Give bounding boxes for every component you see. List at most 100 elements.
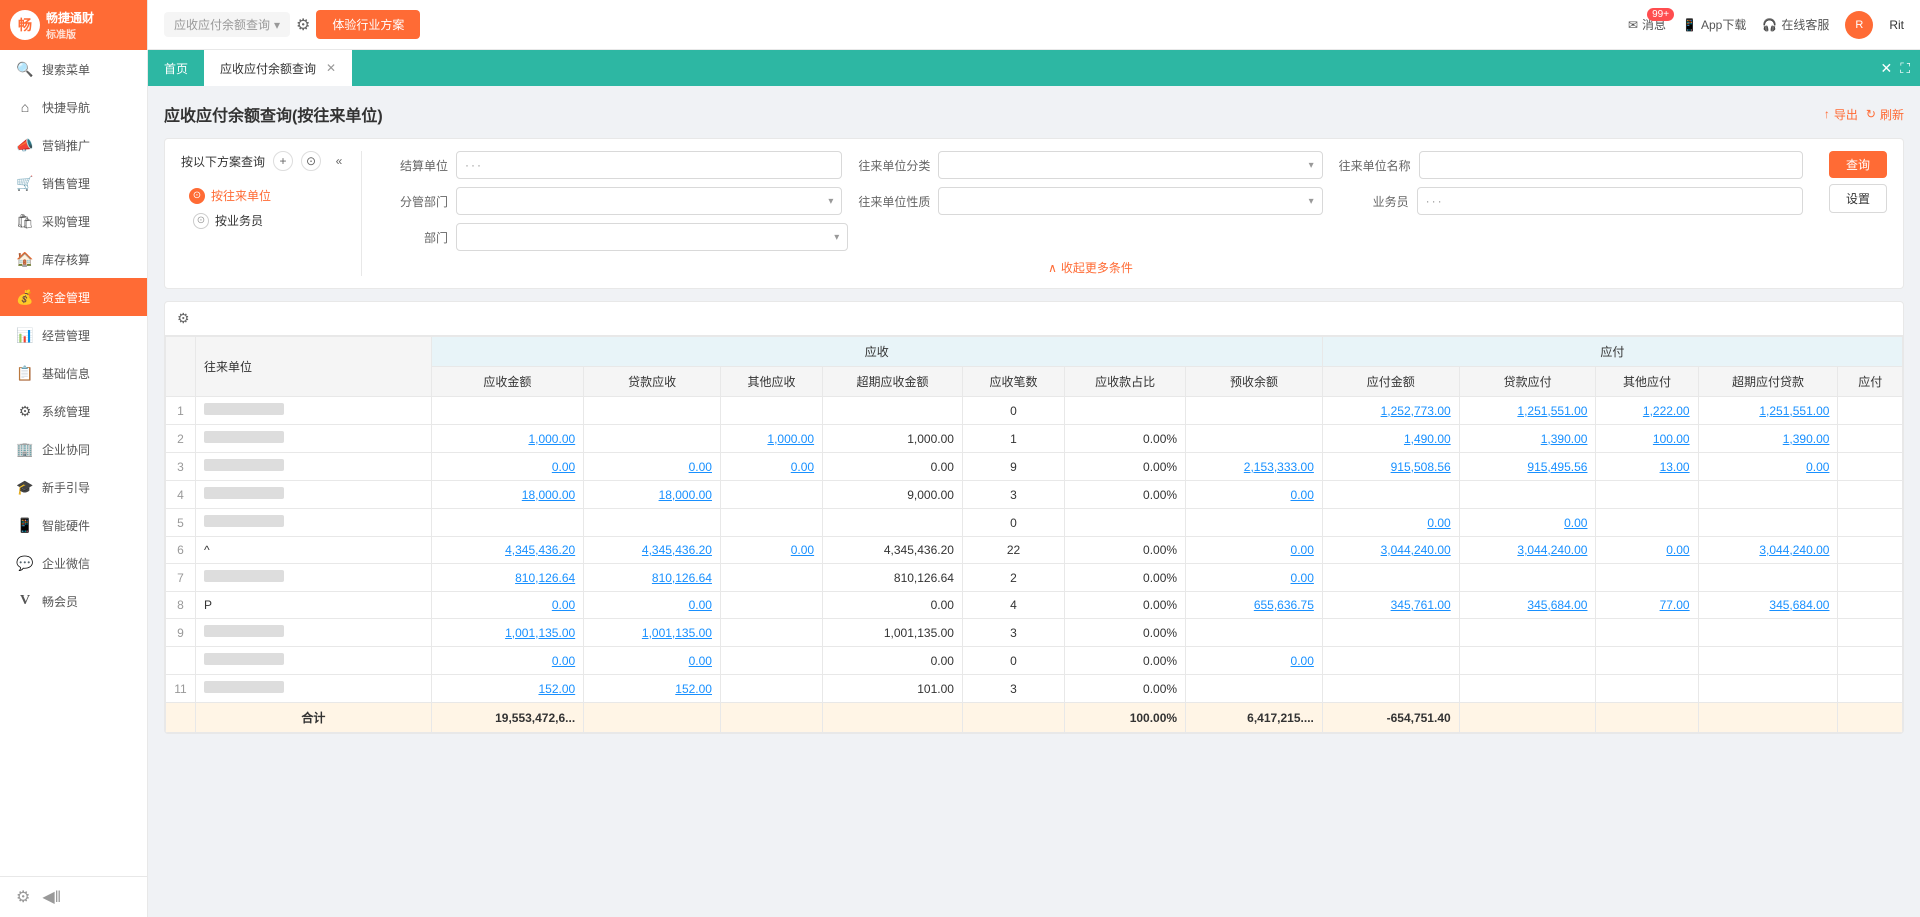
table-area: ⚙ 往来单位 应收 应付 应收金额 贷款应收 其他应收 [164, 301, 1904, 734]
query-button[interactable]: 查询 [1829, 151, 1887, 178]
col-group-payable: 应付 [1322, 337, 1902, 367]
scheme-active-icon: ⊙ [189, 188, 205, 204]
sidebar-item-label: 智能硬件 [42, 517, 90, 534]
breadcrumb-arrow: ▾ [274, 18, 280, 32]
filter-collapse-row[interactable]: ∧ 收起更多条件 [378, 259, 1803, 276]
dept-input[interactable]: ▾ [456, 223, 848, 251]
sidebar-item-purchase[interactable]: 🛍 采购管理 [0, 202, 147, 240]
tab-receivable[interactable]: 应收应付余额查询 ✕ [204, 50, 352, 86]
footer-collapse-icon[interactable]: ◀‖ [42, 887, 61, 907]
page-header: 应收应付余额查询(按往来单位) ↑ 导出 ↻ 刷新 [164, 102, 1904, 126]
app-download-button[interactable]: 📱 App下载 [1682, 16, 1746, 33]
category-arrow-icon: ▾ [1309, 160, 1314, 171]
col-loan-pay: 贷款应付 [1459, 367, 1596, 397]
table-row: 11152.00152.00101.0030.00% [166, 675, 1903, 703]
filter-field-salesman: 业务员 ··· [1339, 187, 1803, 215]
scheme-item-by-staff[interactable]: ⊙ 按业务员 [189, 208, 349, 233]
sales-icon: 🛒 [16, 174, 34, 192]
user-avatar[interactable]: R [1845, 11, 1873, 39]
filter-collapse-button[interactable]: « [329, 151, 349, 171]
tab-close-icon[interactable]: ✕ [326, 61, 336, 75]
table-toolbar: ⚙ [165, 302, 1903, 336]
table-row: 101,252,773.001,251,551.001,222.001,251,… [166, 397, 1903, 425]
table-settings-icon[interactable]: ⚙ [177, 310, 190, 327]
filter-add-button[interactable]: + [273, 151, 293, 171]
promo-button[interactable]: 体验行业方案 [316, 10, 420, 39]
table-row: 418,000.0018,000.009,000.0030.00%0.00 [166, 481, 1903, 509]
partner-nature-input[interactable]: ▾ [938, 187, 1322, 215]
table-row: 91,001,135.001,001,135.001,001,135.0030.… [166, 619, 1903, 647]
refresh-button[interactable]: ↻ 刷新 [1866, 106, 1904, 123]
sidebar-item-search-menu[interactable]: 🔍 搜索菜单 [0, 50, 147, 88]
tabbar: 首页 应收应付余额查询 ✕ ✕ ⛶ [148, 50, 1920, 86]
logo-brand: 畅捷通财 [46, 9, 94, 26]
topbar-settings-icon[interactable]: ⚙ [296, 15, 310, 35]
total-pay-amount: -654,751.40 [1322, 703, 1459, 733]
avatar-text: R [1855, 19, 1863, 31]
sidebar-item-corp[interactable]: 🏢 企业协同 [0, 430, 147, 468]
settlement-input[interactable]: ··· [456, 151, 842, 179]
message-button[interactable]: ✉ 消息 99+ [1628, 16, 1666, 33]
total-recv-amount: 19,553,472,6... [431, 703, 584, 733]
partner-nature-label: 往来单位性质 [858, 193, 930, 210]
sidebar-item-wechat[interactable]: 💬 企业微信 [0, 544, 147, 582]
total-label: 合计 [196, 703, 432, 733]
query-buttons: 查询 设置 [1829, 151, 1887, 276]
tab-home[interactable]: 首页 [148, 50, 204, 86]
salesman-input[interactable]: ··· [1417, 187, 1803, 215]
topbar-icons: ✉ 消息 99+ 📱 App下载 🎧 在线客服 R Rit [1628, 11, 1904, 39]
sidebar-item-finance[interactable]: 💰 资金管理 [0, 278, 147, 316]
sidebar-item-system[interactable]: ⚙ 系统管理 [0, 392, 147, 430]
page-title: 应收应付余额查询(按往来单位) [164, 102, 383, 126]
guide-icon: 🎓 [16, 478, 34, 496]
finance-icon: 💰 [16, 288, 34, 306]
col-pay-amount: 应付金额 [1322, 367, 1459, 397]
tab-close-window-icon[interactable]: ✕ [1880, 60, 1892, 77]
purchase-icon: 🛍 [16, 212, 34, 230]
sidebar-item-sales[interactable]: 🛒 销售管理 [0, 164, 147, 202]
service-icon: 🎧 [1762, 18, 1777, 32]
sidebar-item-member[interactable]: V 畅会员 [0, 582, 147, 620]
sidebar-item-marketing[interactable]: 📣 营销推广 [0, 126, 147, 164]
sidebar-logo: 畅 畅捷通财 标准版 [0, 0, 147, 50]
col-recv-count: 应收笔数 [962, 367, 1064, 397]
refresh-icon: ↻ [1866, 107, 1876, 121]
filter-row-3: 部门 ▾ [378, 223, 1803, 251]
table-total-row: 合计 19,553,472,6... 100.00% 6,417,215....… [166, 703, 1903, 733]
category-input[interactable]: ▾ [938, 151, 1322, 179]
partner-name-input[interactable] [1419, 151, 1803, 179]
sidebar-item-warehouse[interactable]: 🏠 库存核算 [0, 240, 147, 278]
online-service-button[interactable]: 🎧 在线客服 [1762, 16, 1829, 33]
breadcrumb[interactable]: 应收应付余额查询 ▾ [164, 12, 290, 37]
sidebar-item-basic[interactable]: 📋 基础信息 [0, 354, 147, 392]
online-service-label: 在线客服 [1781, 16, 1829, 33]
sidebar-item-label: 采购管理 [42, 213, 90, 230]
page-actions: ↑ 导出 ↻ 刷新 [1824, 106, 1904, 123]
filter-scheme-button[interactable]: ⊙ [301, 151, 321, 171]
sidebar-item-label: 营销推广 [42, 137, 90, 154]
filter-label: 按以下方案查询 [181, 153, 265, 170]
sidebar-item-business[interactable]: 📊 经营管理 [0, 316, 147, 354]
refresh-label: 刷新 [1880, 106, 1904, 123]
scheme-item-by-partner[interactable]: ⊙ 按往来单位 [189, 183, 349, 208]
settings-button[interactable]: 设置 [1829, 184, 1887, 213]
dept-label: 部门 [378, 229, 448, 246]
footer-settings-icon[interactable]: ⚙ [16, 887, 30, 907]
sidebar-item-guide[interactable]: 🎓 新手引导 [0, 468, 147, 506]
sidebar-item-label: 库存核算 [42, 251, 90, 268]
sidebar-item-quick-nav[interactable]: ⌂ 快捷导航 [0, 88, 147, 126]
table-row: 30.000.000.000.0090.00%2,153,333.00915,5… [166, 453, 1903, 481]
sidebar-item-label: 搜索菜单 [42, 61, 90, 78]
export-button[interactable]: ↑ 导出 [1824, 106, 1858, 123]
dept-manage-input[interactable]: ▾ [456, 187, 842, 215]
search-menu-icon: 🔍 [16, 60, 34, 78]
filter-header: 按以下方案查询 + ⊙ « [181, 151, 349, 171]
username: Rit [1889, 18, 1904, 32]
col-overdue-recv: 超期应收金额 [823, 367, 963, 397]
filter-field-category: 往来单位分类 ▾ [858, 151, 1322, 179]
sidebar-item-hardware[interactable]: 📱 智能硬件 [0, 506, 147, 544]
message-icon: ✉ [1628, 18, 1638, 32]
col-group-receivable: 应收 [431, 337, 1322, 367]
tab-expand-icon[interactable]: ⛶ [1900, 60, 1910, 77]
sidebar-footer: ⚙ ◀‖ [0, 876, 147, 917]
